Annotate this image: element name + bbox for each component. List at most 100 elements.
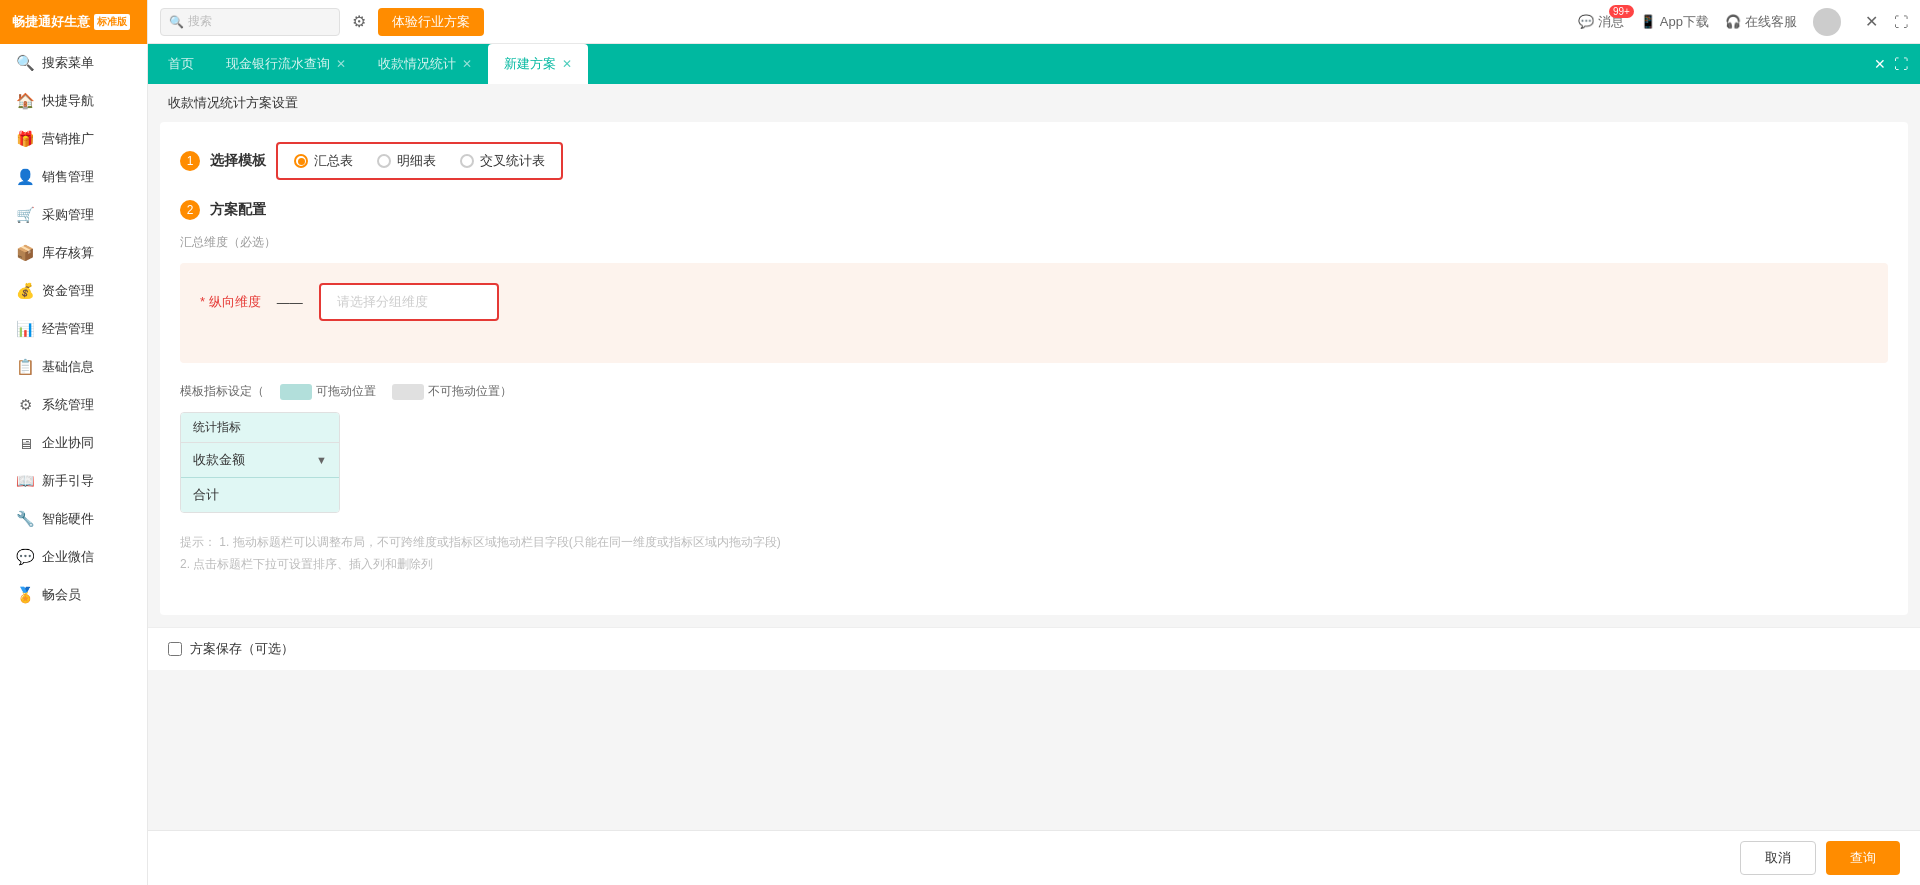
tip-1-text: 提示： 1. 拖动标题栏可以调整布局，不可跨维度或指标区域拖动栏目字段(只能在同… <box>180 532 781 554</box>
query-button[interactable]: 查询 <box>1826 841 1900 875</box>
sidebar-item-member[interactable]: 🏅 畅会员 <box>0 576 147 614</box>
sidebar-item-purchase[interactable]: 🛒 采购管理 <box>0 196 147 234</box>
user-icon: 👤 <box>16 168 34 186</box>
online-service-btn[interactable]: 🎧 在线客服 <box>1725 13 1797 31</box>
industry-btn[interactable]: 体验行业方案 <box>378 8 484 36</box>
radio-cross[interactable]: 交叉统计表 <box>460 152 545 170</box>
topbar-right: 💬 消息 99+ 📱 App下载 🎧 在线客服 ✕ ⛶ <box>1578 8 1908 36</box>
radio-detail[interactable]: 明细表 <box>377 152 436 170</box>
cart-icon: 🛒 <box>16 206 34 224</box>
tip-2-text: 2. 点击标题栏下拉可设置排序、插入列和删除列 <box>180 554 433 576</box>
main-card: 1 选择模板 汇总表 明细表 <box>160 122 1908 615</box>
hint-draggable-label: 可拖动位置 <box>316 383 376 400</box>
save-label: 方案保存（可选） <box>190 640 294 658</box>
sidebar-item-system[interactable]: ⚙ 系统管理 <box>0 386 147 424</box>
step1-title: 选择模板 <box>210 152 266 170</box>
tip-line-2: 2. 点击标题栏下拉可设置排序、插入列和删除列 <box>180 554 1888 576</box>
logo-text: 畅捷通好生意 <box>12 14 90 31</box>
sidebar-item-inventory[interactable]: 📦 库存核算 <box>0 234 147 272</box>
dimension-selector[interactable]: 请选择分组维度 <box>319 283 499 321</box>
tab-cashflow-close[interactable]: ✕ <box>336 57 346 71</box>
message-btn[interactable]: 💬 消息 99+ <box>1578 13 1624 31</box>
topbar-search[interactable]: 🔍 搜索 <box>160 8 340 36</box>
radio-cross-circle <box>460 154 474 168</box>
tab-collection-close[interactable]: ✕ <box>462 57 472 71</box>
metrics-subtotal: 合计 <box>181 477 339 512</box>
sidebar-item-newbie[interactable]: 📖 新手引导 <box>0 462 147 500</box>
metrics-cell-amount[interactable]: 收款金额 ▼ <box>181 443 339 477</box>
step1-num: 1 <box>180 151 200 171</box>
sidebar-item-sales[interactable]: 👤 销售管理 <box>0 158 147 196</box>
sidebar-item-label: 经营管理 <box>42 320 94 338</box>
sidebar-item-label: 快捷导航 <box>42 92 94 110</box>
app-download-btn[interactable]: 📱 App下载 <box>1640 13 1709 31</box>
vertical-dimension-label: * 纵向维度 <box>200 293 261 311</box>
main-area: 🔍 搜索 ⚙ 体验行业方案 💬 消息 99+ 📱 App下载 🎧 在线客服 ✕ … <box>148 0 1920 885</box>
money-icon: 💰 <box>16 282 34 300</box>
tabs-right-controls: ✕ ⛶ <box>1874 56 1916 72</box>
sidebar-item-label: 库存核算 <box>42 244 94 262</box>
sidebar-item-label: 新手引导 <box>42 472 94 490</box>
search-icon: 🔍 <box>169 15 184 29</box>
sidebar-item-quick-nav[interactable]: 🏠 快捷导航 <box>0 82 147 120</box>
metrics-header: 统计指标 <box>181 413 339 443</box>
metrics-header-label: 统计指标 <box>193 420 241 434</box>
footer: 取消 查询 <box>148 830 1920 885</box>
dimension-area: * 纵向维度 —— 请选择分组维度 <box>180 263 1888 363</box>
window-expand-icon[interactable]: ⛶ <box>1894 14 1908 30</box>
tab-cashflow-label: 现金银行流水查询 <box>226 55 330 73</box>
search-placeholder: 搜索 <box>188 13 212 30</box>
settings-icon[interactable]: ⚙ <box>352 12 366 31</box>
tab-collection[interactable]: 收款情况统计 ✕ <box>362 44 488 84</box>
sidebar-item-capital[interactable]: 💰 资金管理 <box>0 272 147 310</box>
medal-icon: 🏅 <box>16 586 34 604</box>
online-service-label: 在线客服 <box>1745 13 1797 31</box>
hint-not-draggable-label: 不可拖动位置） <box>428 383 512 400</box>
sidebar-item-search[interactable]: 🔍 搜索菜单 <box>0 44 147 82</box>
content-area: 收款情况统计方案设置 1 选择模板 汇总表 <box>148 84 1920 830</box>
sidebar-item-hardware[interactable]: 🔧 智能硬件 <box>0 500 147 538</box>
cancel-button[interactable]: 取消 <box>1740 841 1816 875</box>
tab-cashflow[interactable]: 现金银行流水查询 ✕ <box>210 44 362 84</box>
save-section: 方案保存（可选） <box>148 627 1920 670</box>
chevron-down-icon: ▼ <box>316 454 327 466</box>
dimension-placeholder: 请选择分组维度 <box>337 294 428 309</box>
window-close-icon[interactable]: ✕ <box>1865 12 1878 31</box>
step2-title: 方案配置 <box>210 201 266 219</box>
chart-icon: 📊 <box>16 320 34 338</box>
sidebar-item-basic[interactable]: 📋 基础信息 <box>0 348 147 386</box>
metrics-setting: 模板指标设定（ 可拖动位置 不可拖动位置） <box>180 383 1888 575</box>
gear-icon: ⚙ <box>16 396 34 414</box>
tab-home[interactable]: 首页 <box>152 44 210 84</box>
draggable-box <box>280 384 312 400</box>
tips-area: 提示： 1. 拖动标题栏可以调整布局，不可跨维度或指标区域拖动栏目字段(只能在同… <box>180 532 1888 575</box>
sidebar-item-label: 销售管理 <box>42 168 94 186</box>
box-icon: 📦 <box>16 244 34 262</box>
radio-summary[interactable]: 汇总表 <box>294 152 353 170</box>
tip-line-1: 提示： 1. 拖动标题栏可以调整布局，不可跨维度或指标区域拖动栏目字段(只能在同… <box>180 532 1888 554</box>
gift-icon: 🎁 <box>16 130 34 148</box>
message-badge: 99+ <box>1609 5 1634 18</box>
tab-new-plan[interactable]: 新建方案 ✕ <box>488 44 588 84</box>
sidebar-item-label: 畅会员 <box>42 586 81 604</box>
tab-expand-icon[interactable]: ⛶ <box>1894 56 1908 72</box>
app-icon: 📱 <box>1640 14 1656 29</box>
metrics-hint-row: 模板指标设定（ 可拖动位置 不可拖动位置） <box>180 383 1888 400</box>
tab-home-label: 首页 <box>168 55 194 73</box>
sidebar-item-wechat[interactable]: 💬 企业微信 <box>0 538 147 576</box>
dimension-arrow: —— <box>277 295 303 310</box>
sidebar-item-corp[interactable]: 🖥 企业协同 <box>0 424 147 462</box>
step2-num: 2 <box>180 200 200 220</box>
not-draggable-box <box>392 384 424 400</box>
save-checkbox[interactable] <box>168 642 182 656</box>
dimension-section-title: 汇总维度（必选） <box>180 234 1888 251</box>
sidebar-item-marketing[interactable]: 🎁 营销推广 <box>0 120 147 158</box>
sidebar-item-operation[interactable]: 📊 经营管理 <box>0 310 147 348</box>
tab-close-all-icon[interactable]: ✕ <box>1874 56 1886 72</box>
tabs-bar: 首页 现金银行流水查询 ✕ 收款情况统计 ✕ 新建方案 ✕ ✕ ⛶ <box>148 44 1920 84</box>
radio-detail-circle <box>377 154 391 168</box>
tab-new-plan-close[interactable]: ✕ <box>562 57 572 71</box>
app-download-label: App下载 <box>1660 13 1709 31</box>
user-avatar[interactable] <box>1813 8 1841 36</box>
sidebar: 畅捷通好生意 标准版 🔍 搜索菜单 🏠 快捷导航 🎁 营销推广 👤 销售管理 🛒… <box>0 0 148 885</box>
